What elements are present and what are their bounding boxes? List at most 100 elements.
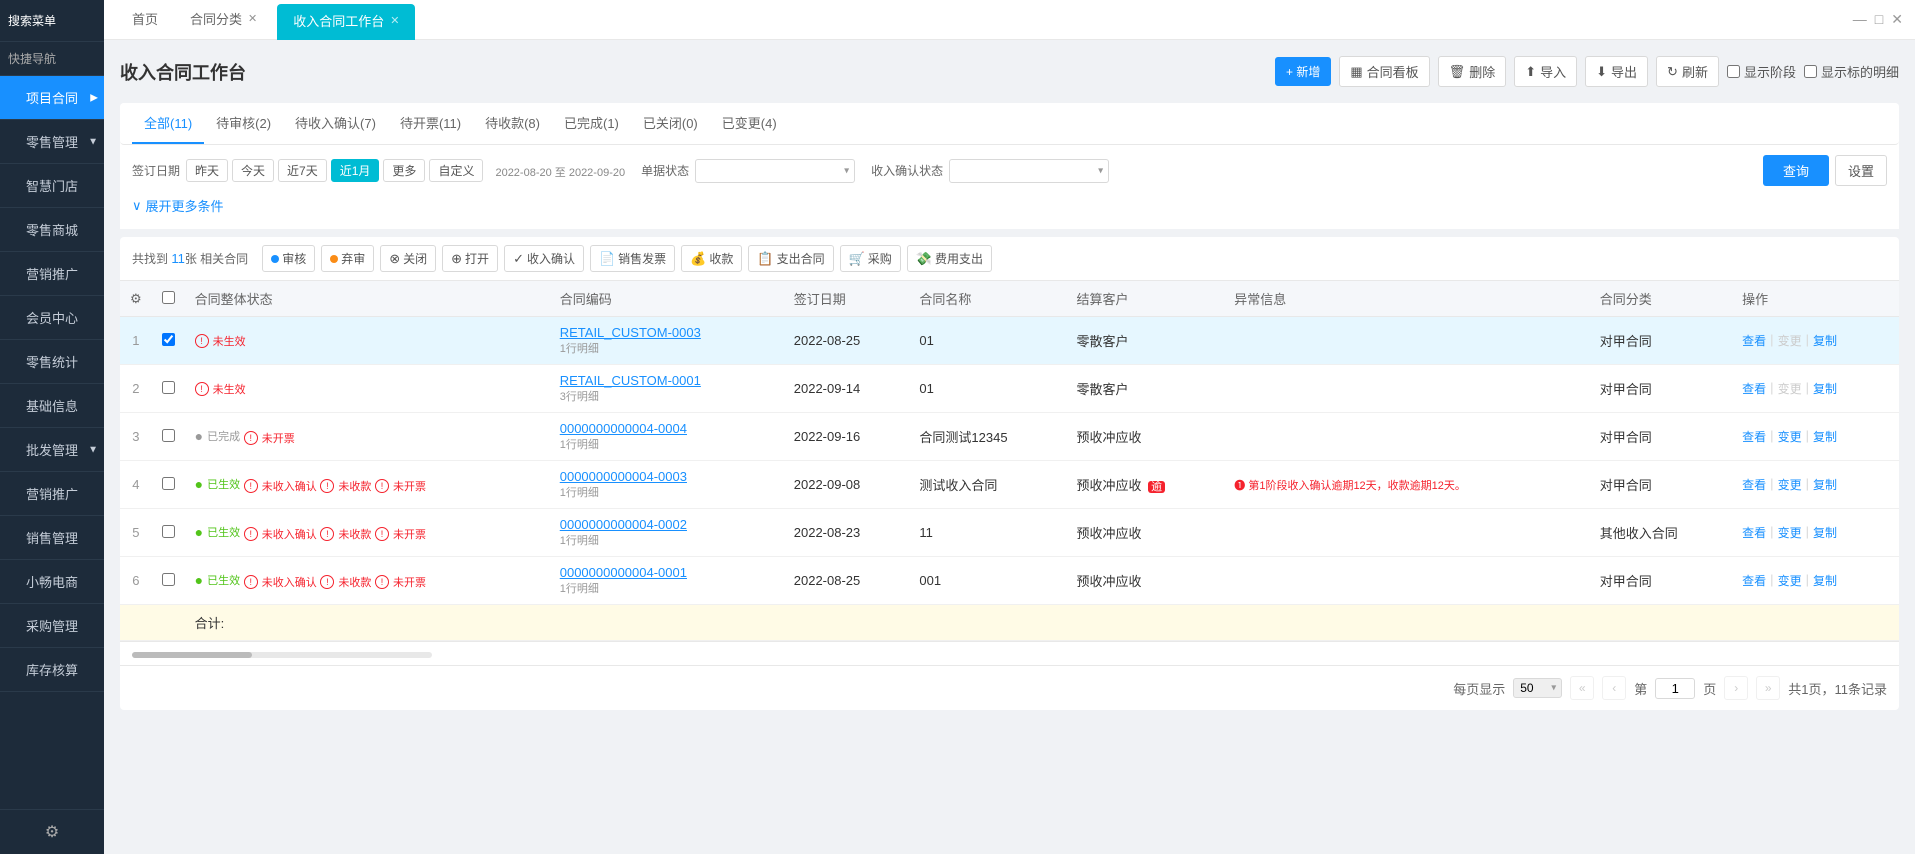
sidebar-item-ecommerce[interactable]: 小畅电商 [0, 560, 104, 604]
select-all-checkbox[interactable] [162, 291, 175, 304]
sidebar-item-inventory[interactable]: 库存核算 [0, 648, 104, 692]
op-copy[interactable]: 复制 [1813, 476, 1837, 493]
sidebar-item-wholesale[interactable]: 批发管理 ▼ [0, 428, 104, 472]
filter-tab-pending-invoice[interactable]: 待开票(11) [388, 103, 473, 144]
sidebar-item-retail-stats[interactable]: 零售统计 [0, 340, 104, 384]
filter-tab-pending-confirm[interactable]: 待收入确认(7) [283, 103, 388, 144]
sidebar-item-marketing[interactable]: 营销推广 [0, 252, 104, 296]
close-window-icon[interactable]: ✕ [1891, 11, 1903, 28]
row-checkbox[interactable] [162, 525, 175, 538]
th-gear[interactable]: ⚙ [120, 281, 152, 317]
row-checkbox[interactable] [162, 573, 175, 586]
tab-income-contract[interactable]: 收入合同工作台 ✕ [277, 4, 415, 40]
doc-status-select[interactable] [695, 159, 855, 183]
filter-tab-changed[interactable]: 已变更(4) [710, 103, 789, 144]
filter-tab-pending-review[interactable]: 待审核(2) [204, 103, 283, 144]
export-button[interactable]: ⬇ 导出 [1585, 56, 1648, 87]
op-change[interactable]: 变更 [1778, 476, 1802, 493]
import-button[interactable]: ⬆ 导入 [1514, 56, 1577, 87]
sidebar-item-purchase[interactable]: 采购管理 [0, 604, 104, 648]
contract-link[interactable]: 0000000000004-0003 [560, 469, 687, 484]
op-change[interactable]: 变更 [1778, 572, 1802, 589]
row-checkbox[interactable] [162, 429, 175, 442]
op-view[interactable]: 查看 [1742, 428, 1766, 445]
op-copy[interactable]: 复制 [1813, 572, 1837, 589]
receive-payment-button[interactable]: 💰收款 [681, 245, 742, 272]
confirm-status-select[interactable] [949, 159, 1109, 183]
op-view[interactable]: 查看 [1742, 380, 1766, 397]
page-number-input[interactable] [1655, 678, 1695, 699]
contract-link[interactable]: 0000000000004-0001 [560, 565, 687, 580]
sidebar-item-project-contract[interactable]: 项目合同 ▶ [0, 76, 104, 120]
sidebar-item-basic-info[interactable]: 基础信息 [0, 384, 104, 428]
op-copy[interactable]: 复制 [1813, 332, 1837, 349]
row-checkbox[interactable] [162, 477, 175, 490]
refresh-button[interactable]: ↻ 刷新 [1656, 56, 1719, 87]
op-view[interactable]: 查看 [1742, 332, 1766, 349]
show-fields-label[interactable]: 显示阶段 [1727, 62, 1796, 81]
date-btn-today[interactable]: 今天 [232, 159, 274, 182]
income-confirm-button[interactable]: ✓收入确认 [504, 245, 584, 272]
close-contract-button[interactable]: ⊗关闭 [380, 245, 436, 272]
show-detail-checkbox[interactable] [1804, 65, 1817, 78]
abandon-audit-button[interactable]: 弃审 [321, 245, 374, 272]
filter-tab-all[interactable]: 全部(11) [132, 103, 204, 144]
contract-link[interactable]: 0000000000004-0002 [560, 517, 687, 532]
tab-contract-category[interactable]: 合同分类 ✕ [174, 0, 273, 40]
sidebar-item-retail-mall[interactable]: 零售商城 [0, 208, 104, 252]
date-btn-7days[interactable]: 近7天 [278, 159, 327, 182]
date-btn-custom[interactable]: 自定义 [429, 159, 483, 182]
op-copy[interactable]: 复制 [1813, 380, 1837, 397]
h-scrollbar[interactable] [132, 652, 432, 658]
op-view[interactable]: 查看 [1742, 572, 1766, 589]
last-page-button[interactable]: » [1756, 676, 1780, 700]
first-page-button[interactable]: « [1570, 676, 1594, 700]
sales-invoice-button[interactable]: 📄销售发票 [590, 245, 675, 272]
open-contract-button[interactable]: ⊕打开 [442, 245, 498, 272]
settings-icon[interactable]: ⚙ [45, 824, 59, 841]
row-checkbox[interactable] [162, 381, 175, 394]
row-checkbox[interactable] [162, 333, 175, 346]
expense-out-button[interactable]: 💸费用支出 [907, 245, 992, 272]
date-btn-1month[interactable]: 近1月 [331, 159, 380, 182]
filter-tab-completed[interactable]: 已完成(1) [552, 103, 631, 144]
setting-button[interactable]: 设置 [1835, 155, 1887, 186]
op-view[interactable]: 查看 [1742, 524, 1766, 541]
expense-contract-button[interactable]: 📋支出合同 [748, 245, 833, 272]
contract-link[interactable]: RETAIL_CUSTOM-0001 [560, 373, 701, 388]
purchase-button[interactable]: 🛒采购 [840, 245, 901, 272]
minimize-icon[interactable]: — [1853, 11, 1867, 28]
sidebar-nav[interactable]: 快捷导航 [0, 42, 104, 76]
show-detail-label[interactable]: 显示标的明细 [1804, 62, 1899, 81]
filter-tab-pending-payment[interactable]: 待收款(8) [473, 103, 552, 144]
close-tab-contract-category[interactable]: ✕ [248, 12, 257, 25]
sidebar-item-retail-management[interactable]: 零售管理 ▼ [0, 120, 104, 164]
date-btn-more[interactable]: 更多 [383, 159, 425, 182]
page-size-select[interactable]: 10 20 50 100 [1513, 678, 1562, 698]
date-btn-yesterday[interactable]: 昨天 [186, 159, 228, 182]
op-copy[interactable]: 复制 [1813, 428, 1837, 445]
expand-more-button[interactable]: ∨ 展开更多条件 [132, 192, 224, 219]
show-fields-checkbox[interactable] [1727, 65, 1740, 78]
sidebar-item-marketing2[interactable]: 营销推广 [0, 472, 104, 516]
sidebar-item-member[interactable]: 会员中心 [0, 296, 104, 340]
sidebar-item-smart-store[interactable]: 智慧门店 [0, 164, 104, 208]
delete-button[interactable]: 🗑 删除 [1438, 56, 1507, 87]
op-view[interactable]: 查看 [1742, 476, 1766, 493]
op-change[interactable]: 变更 [1778, 428, 1802, 445]
filter-tab-closed[interactable]: 已关闭(0) [631, 103, 710, 144]
op-copy[interactable]: 复制 [1813, 524, 1837, 541]
op-change[interactable]: 变更 [1778, 524, 1802, 541]
audit-button[interactable]: 审核 [262, 245, 315, 272]
new-button[interactable]: + 新增 [1275, 57, 1331, 86]
sidebar-search[interactable]: 搜索菜单 [0, 0, 104, 42]
close-tab-income[interactable]: ✕ [390, 14, 399, 27]
dashboard-button[interactable]: ▦ 合同看板 [1339, 56, 1429, 87]
query-button[interactable]: 查询 [1763, 155, 1829, 186]
prev-page-button[interactable]: ‹ [1602, 676, 1626, 700]
tab-home[interactable]: 首页 [116, 0, 174, 40]
contract-link[interactable]: 0000000000004-0004 [560, 421, 687, 436]
next-page-button[interactable]: › [1724, 676, 1748, 700]
sidebar-item-sales[interactable]: 销售管理 [0, 516, 104, 560]
contract-link[interactable]: RETAIL_CUSTOM-0003 [560, 325, 701, 340]
